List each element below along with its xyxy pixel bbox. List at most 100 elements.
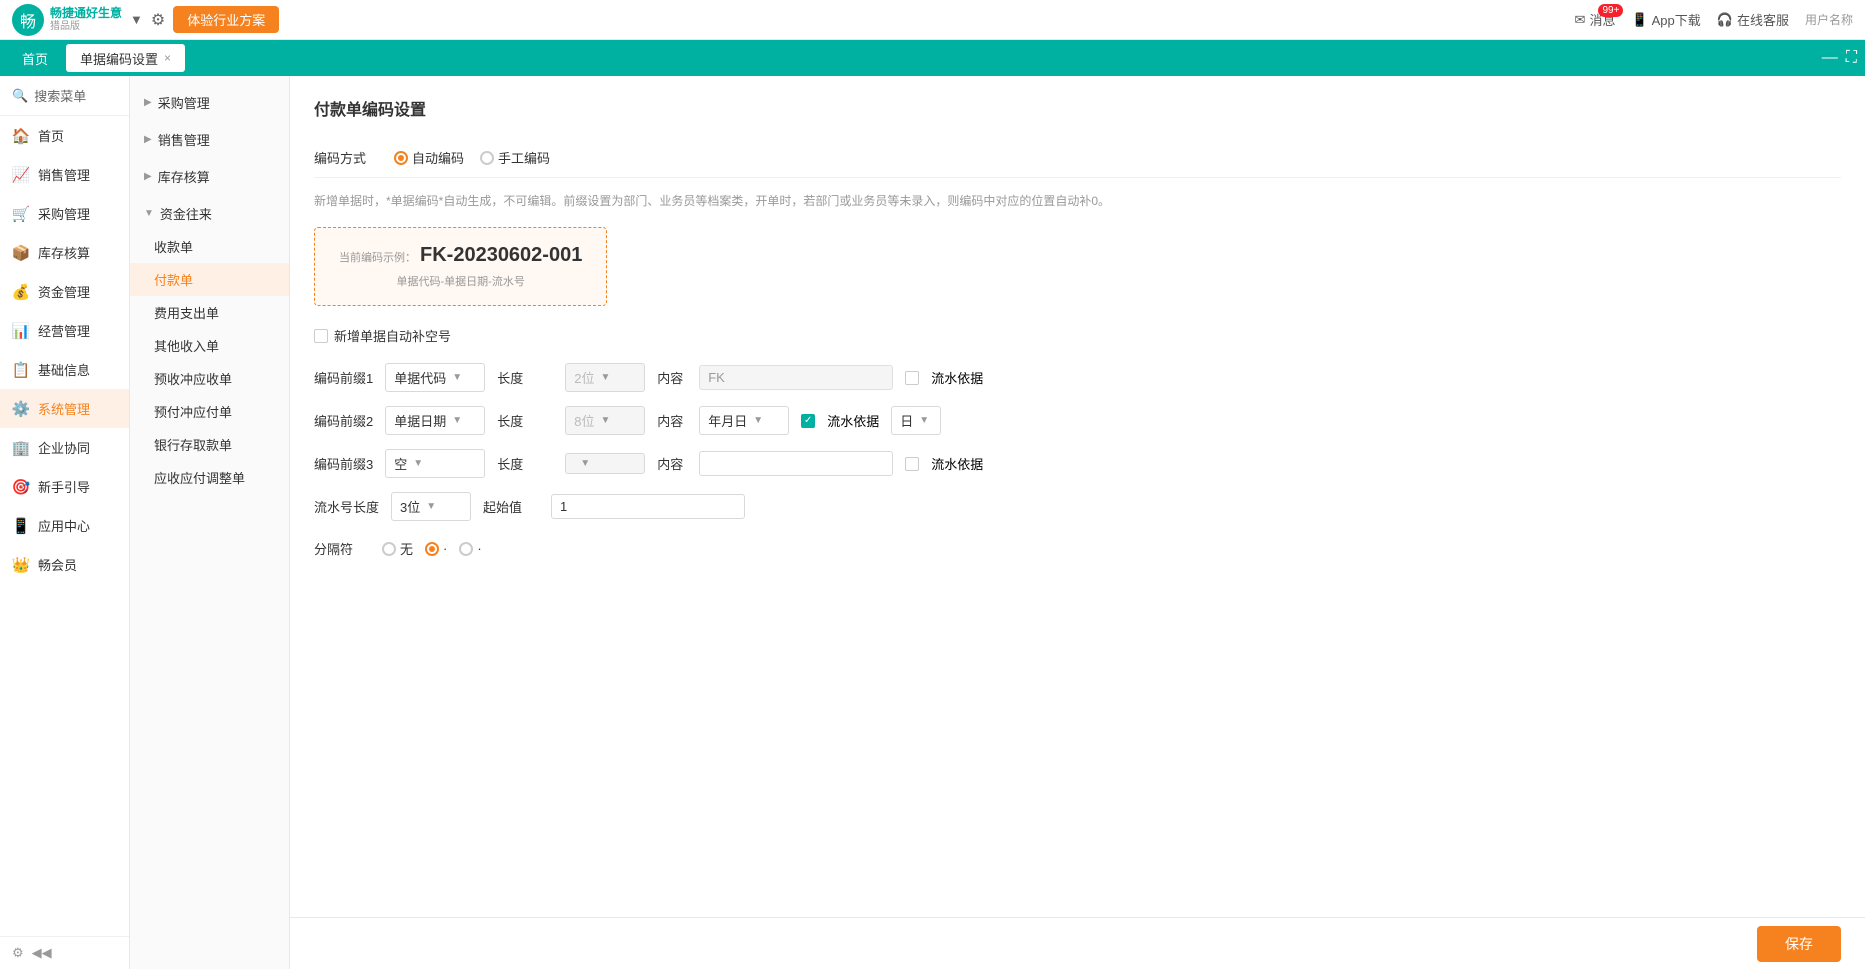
sec-item-receipt[interactable]: 收款单 (130, 230, 289, 263)
sidebar-item-home[interactable]: 🏠 首页 (0, 116, 129, 155)
prefix-row-3: 编码前缀3 空 ▼ 长度 ▼ 内容 流水依据 (314, 449, 1841, 478)
prefix-2-stream-label: 流水依据 (827, 411, 879, 430)
tab-home[interactable]: 首页 (8, 44, 62, 72)
prefix-2-content-arrow-icon: ▼ (753, 415, 763, 426)
prefix-1-select-value: 单据代码 (394, 368, 446, 387)
prefix-2-stream-arrow-icon: ▼ (919, 415, 929, 426)
sidebar-item-guide-label: 新手引导 (38, 477, 90, 496)
sidebar-item-member[interactable]: 👑 畅会员 (0, 545, 129, 584)
secondary-sidebar: ▶ 采购管理 ▶ 销售管理 ▶ 库存核算 ▼ 资金往来 (130, 76, 290, 969)
prefix-2-length-arrow-icon: ▼ (600, 415, 610, 426)
try-industry-button[interactable]: 体验行业方案 (173, 6, 279, 33)
serial-length-value: 3位 (400, 497, 420, 516)
separator-none-radio-dot (382, 542, 396, 556)
tab-minimize-icon[interactable]: — (1822, 49, 1838, 67)
sidebar-item-operations[interactable]: 📊 经营管理 (0, 311, 129, 350)
prefix-3-select[interactable]: 空 ▼ (385, 449, 485, 478)
prefix-1-label: 编码前缀1 (314, 368, 373, 387)
logo-icon: 畅 (12, 4, 44, 36)
prefix-1-select[interactable]: 单据代码 ▼ (385, 363, 485, 392)
sidebar-item-purchase-label: 采购管理 (38, 204, 90, 223)
prefix-1-stream-check[interactable] (905, 371, 919, 385)
content-area: ▶ 采购管理 ▶ 销售管理 ▶ 库存核算 ▼ 资金往来 (130, 76, 1865, 969)
prefix-3-length-select[interactable]: ▼ (565, 453, 645, 474)
chevron-right-icon: ▶ (144, 97, 152, 108)
separator-dot-radio[interactable]: · (425, 541, 447, 556)
sec-item-income[interactable]: 其他收入单 (130, 329, 289, 362)
sec-group-capital-title[interactable]: ▼ 资金往来 (130, 197, 289, 230)
prefix-3-content-input[interactable] (699, 451, 893, 476)
sidebar-settings-icon[interactable]: ⚙ (12, 945, 24, 961)
sec-item-expense[interactable]: 费用支出单 (130, 296, 289, 329)
serial-length-select[interactable]: 3位 ▼ (391, 492, 471, 521)
prefix-1-length-select[interactable]: 2位 ▼ (565, 363, 645, 392)
online-service-button[interactable]: 🎧 在线客服 (1717, 10, 1789, 29)
auto-encode-radio[interactable]: 自动编码 (394, 148, 464, 167)
prefix-3-stream-check[interactable] (905, 457, 919, 471)
message-button[interactable]: ✉ 消息 99+ (1575, 10, 1616, 29)
prefix-2-stream-check[interactable]: ✓ (801, 414, 815, 428)
separator-dot-label: · (443, 541, 447, 556)
sidebar-item-member-label: 畅会员 (38, 555, 77, 574)
start-value-input[interactable] (551, 494, 745, 519)
prefix-1-content-input[interactable] (699, 365, 893, 390)
prefix-1-length-label: 长度 (497, 368, 553, 387)
prefix-3-length-label: 长度 (497, 454, 553, 473)
sidebar-collapse-icon[interactable]: ◀◀ (32, 945, 52, 961)
sec-item-bank-deposit[interactable]: 银行存取款单 (130, 428, 289, 461)
sidebar-item-sales[interactable]: 📈 销售管理 (0, 155, 129, 194)
sec-group-purchase-title[interactable]: ▶ 采购管理 (130, 86, 289, 119)
prefix-2-length-select[interactable]: 8位 ▼ (565, 406, 645, 435)
prefix-3-stream-label: 流水依据 (931, 454, 983, 473)
sidebar-item-purchase[interactable]: 🛒 采购管理 (0, 194, 129, 233)
sidebar-item-system[interactable]: ⚙️ 系统管理 (0, 389, 129, 428)
sec-item-prepay-payment[interactable]: 预付冲应付单 (130, 395, 289, 428)
encode-type-row: 编码方式 自动编码 手工编码 (314, 138, 1841, 178)
dropdown-arrow-icon[interactable]: ▼ (130, 12, 143, 27)
sidebar-item-basic[interactable]: 📋 基础信息 (0, 350, 129, 389)
prefix-2-stream-select[interactable]: 日 ▼ (891, 406, 941, 435)
prefix-1-select-arrow-icon: ▼ (452, 372, 462, 383)
prefix-3-select-arrow-icon: ▼ (413, 458, 423, 469)
separator-dot2-radio-dot (459, 542, 473, 556)
separator-dot2-radio[interactable]: · (459, 541, 481, 556)
sidebar-item-guide[interactable]: 🎯 新手引导 (0, 467, 129, 506)
manual-encode-radio[interactable]: 手工编码 (480, 148, 550, 167)
sec-item-receivable-adj[interactable]: 应收应付调整单 (130, 461, 289, 494)
auto-fill-label: 新增单据自动补空号 (334, 326, 451, 345)
sec-group-sales-title[interactable]: ▶ 销售管理 (130, 123, 289, 156)
sidebar-item-app-center[interactable]: 📱 应用中心 (0, 506, 129, 545)
sidebar-search[interactable]: 🔍 搜索菜单 (0, 76, 129, 116)
sidebar-item-finance-label: 资金管理 (38, 282, 90, 301)
separator-dot-radio-dot (425, 542, 439, 556)
app-center-icon: 📱 (12, 517, 30, 535)
sidebar-item-inventory[interactable]: 📦 库存核算 (0, 233, 129, 272)
separator-dot2-label: · (477, 541, 481, 556)
settings-icon[interactable]: ⚙ (151, 10, 165, 30)
auto-fill-checkbox[interactable] (314, 329, 328, 343)
sec-item-payment[interactable]: 付款单 (130, 263, 289, 296)
separator-none-label: 无 (400, 539, 413, 558)
tab-maximize-icon[interactable]: ⛶ (1846, 49, 1857, 67)
mobile-icon: 📱 (1631, 12, 1647, 28)
primary-sidebar: 🔍 搜索菜单 🏠 首页 📈 销售管理 🛒 采购管理 📦 库存核算 💰 资金管理 … (0, 76, 130, 969)
prefix-2-content-select[interactable]: 年月日 ▼ (699, 406, 789, 435)
sec-group-inventory-title[interactable]: ▶ 库存核算 (130, 160, 289, 193)
separator-none-radio[interactable]: 无 (382, 539, 413, 558)
tab-close-icon[interactable]: × (164, 51, 171, 65)
manual-encode-label: 手工编码 (498, 148, 550, 167)
encode-type-radio-group: 自动编码 手工编码 (394, 148, 550, 167)
tab-serial-setting[interactable]: 单据编码设置 × (66, 44, 185, 72)
sidebar-item-enterprise-label: 企业协同 (38, 438, 90, 457)
chevron-right-icon-2: ▶ (144, 134, 152, 145)
sidebar-item-enterprise[interactable]: 🏢 企业协同 (0, 428, 129, 467)
manual-encode-radio-dot (480, 151, 494, 165)
sidebar-item-finance[interactable]: 💰 资金管理 (0, 272, 129, 311)
save-button[interactable]: 保存 (1757, 926, 1841, 962)
prefix-2-select[interactable]: 单据日期 ▼ (385, 406, 485, 435)
preview-label: 当前编码示例： (339, 249, 416, 265)
sec-item-prepay-receipt[interactable]: 预收冲应收单 (130, 362, 289, 395)
home-icon: 🏠 (12, 127, 30, 145)
app-download-button[interactable]: 📱 App下载 (1631, 10, 1700, 29)
auto-encode-radio-dot (394, 151, 408, 165)
